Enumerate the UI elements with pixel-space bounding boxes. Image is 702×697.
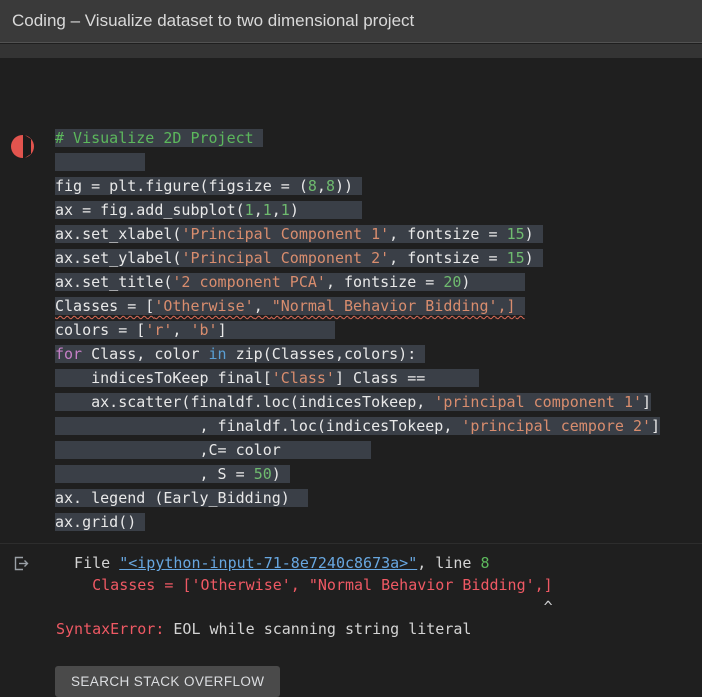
code-line: ax.set_ylabel('Principal Component 2', f…	[55, 246, 660, 270]
code-line	[55, 150, 660, 174]
traceback-file-line: File "<ipython-input-71-8e7240c8673a>", …	[56, 552, 553, 574]
code-line: ax.set_title('2 component PCA', fontsize…	[55, 270, 660, 294]
error-description: EOL while scanning string literal	[164, 620, 472, 638]
code-line: for Class, color in zip(Classes,colors):	[55, 342, 660, 366]
code-line: ax.grid()	[55, 510, 660, 534]
error-output: File "<ipython-input-71-8e7240c8673a>", …	[56, 552, 553, 640]
header-strip	[0, 44, 702, 58]
code-line: fig = plt.figure(figsize = (8,8))	[55, 174, 660, 198]
output-gutter-icon[interactable]	[11, 554, 30, 578]
page-title: Coding – Visualize dataset to two dimens…	[12, 11, 415, 30]
code-line: ax. legend (Early_Bidding)	[55, 486, 660, 510]
bracket-arrow-icon	[14, 556, 29, 571]
play-icon	[23, 134, 31, 159]
error-caret-line: ^	[56, 598, 553, 616]
code-line: ax = fig.add_subplot(1,1,1)	[55, 198, 660, 222]
code-line: , S = 50)	[55, 462, 660, 486]
code-line: Classes = ['Otherwise', "Normal Behavior…	[55, 294, 660, 318]
code-line: , finaldf.loc(indicesTokeep, 'principal …	[55, 417, 661, 435]
line-label: , line	[417, 554, 481, 572]
cell-output-divider	[0, 543, 702, 544]
run-cell-button[interactable]	[11, 134, 34, 159]
traceback-source-link[interactable]: "<ipython-input-71-8e7240c8673a>"	[119, 554, 417, 572]
code-editor[interactable]: # Visualize 2D Project fig = plt.figure(…	[55, 126, 661, 534]
code-cell: # Visualize 2D Project fig = plt.figure(…	[0, 58, 702, 697]
code-line: indicesToKeep final['Class'] Class ==	[55, 366, 660, 390]
file-label: File	[56, 554, 120, 572]
header-bar: Coding – Visualize dataset to two dimens…	[0, 0, 702, 43]
code-line: ax.set_xlabel('Principal Component 1', f…	[55, 222, 660, 246]
code-line: colors = ['r', 'b']	[55, 318, 660, 342]
error-source-line: Classes = ['Otherwise', "Normal Behavior…	[56, 576, 553, 594]
error-message-line: SyntaxError: EOL while scanning string l…	[56, 618, 553, 640]
code-line: ax.scatter(finaldf.loc(indicesTokeep, 'p…	[55, 393, 652, 411]
code-line: ,C= color	[55, 438, 660, 462]
code-line: # Visualize 2D Project	[55, 126, 660, 150]
line-number: 8	[480, 554, 490, 572]
error-type: SyntaxError:	[56, 620, 165, 638]
search-stack-overflow-button[interactable]: SEARCH STACK OVERFLOW	[55, 666, 281, 697]
